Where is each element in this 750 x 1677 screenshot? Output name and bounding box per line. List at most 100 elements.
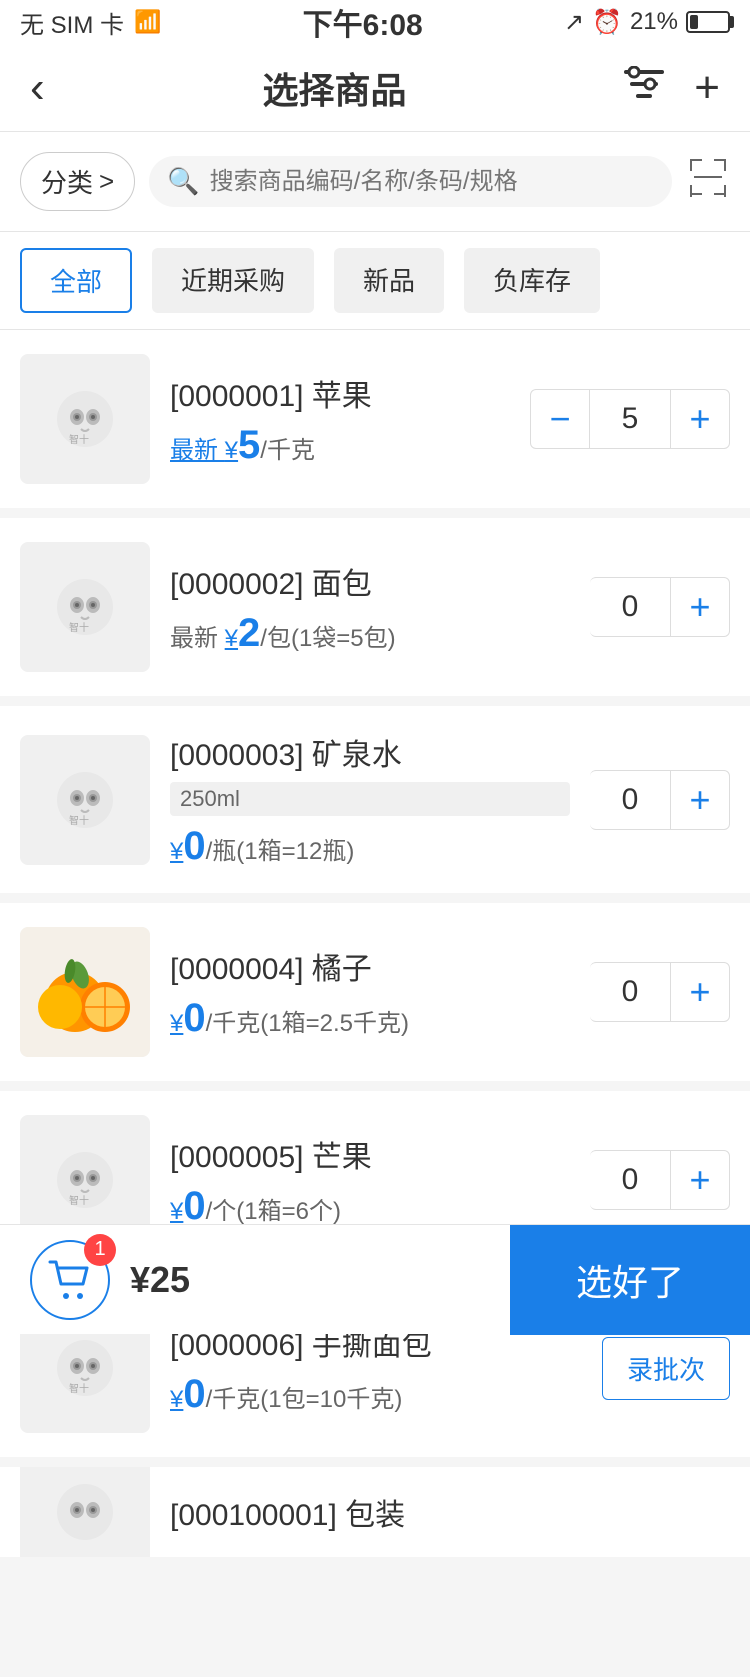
cart-total: ¥25: [130, 1259, 190, 1301]
product-name: [000100001] 包装: [170, 1490, 730, 1534]
quantity-control: +: [590, 577, 730, 637]
increase-button[interactable]: +: [670, 962, 730, 1022]
quantity-input[interactable]: [590, 962, 670, 1022]
product-item: [000100001] 包装: [0, 1467, 750, 1567]
category-chevron: >: [99, 166, 114, 197]
cart-section: 1 ¥25: [0, 1240, 510, 1320]
price-unit: /包(1袋=5包): [260, 625, 395, 652]
product-info: [0000005] 芒果 ¥0/个(1箱=6个): [170, 1132, 570, 1229]
quantity-control: +: [590, 962, 730, 1022]
product-info: [0000003] 矿泉水 250ml ¥0/瓶(1箱=12瓶): [170, 730, 570, 869]
wifi-icon: 📶: [134, 9, 161, 35]
price-unit: /千克: [260, 437, 315, 464]
product-price: ¥0/千克(1箱=2.5千克): [170, 996, 570, 1041]
search-icon: 🔍: [167, 166, 199, 197]
bottom-bar: 1 ¥25 选好了: [0, 1224, 750, 1334]
increase-button[interactable]: +: [670, 1150, 730, 1210]
tab-new[interactable]: 新品: [334, 248, 444, 313]
increase-button[interactable]: +: [670, 389, 730, 449]
confirm-button[interactable]: 选好了: [510, 1225, 750, 1335]
price-currency: ¥: [170, 1198, 183, 1225]
increase-button[interactable]: +: [670, 577, 730, 637]
product-name: [0000003] 矿泉水: [170, 730, 570, 774]
svg-text:智十: 智十: [69, 1382, 89, 1395]
product-price: ¥0/千克(1包=10千克): [170, 1372, 582, 1417]
product-info: [0000001] 苹果 最新 ¥5/千克: [170, 371, 510, 468]
product-image: 智十: [20, 735, 150, 865]
batch-control: 录批次: [602, 1337, 730, 1400]
product-info: [000100001] 包装: [170, 1490, 730, 1534]
price-value: 0: [183, 824, 205, 868]
increase-button[interactable]: +: [670, 770, 730, 830]
tab-recent[interactable]: 近期采购: [152, 248, 314, 313]
battery-icon: [686, 11, 730, 33]
product-item: 智十 [0000003] 矿泉水 250ml ¥0/瓶(1箱=12瓶) +: [0, 706, 750, 903]
price-unit: /瓶(1箱=12瓶): [206, 838, 355, 865]
price-value: 0: [183, 1184, 205, 1228]
category-label: 分类: [41, 163, 93, 200]
quantity-control: − +: [530, 389, 730, 449]
quantity-input[interactable]: [590, 577, 670, 637]
price-unit: /个(1箱=6个): [206, 1198, 341, 1225]
product-image: 智十: [20, 542, 150, 672]
price-value: 0: [183, 996, 205, 1040]
quantity-input[interactable]: [590, 389, 670, 449]
quantity-input[interactable]: [590, 1150, 670, 1210]
back-button[interactable]: ‹: [30, 63, 45, 113]
product-image: [20, 1467, 150, 1567]
status-right: ↗ ⏰ 21%: [564, 8, 730, 37]
batch-button[interactable]: 录批次: [602, 1337, 730, 1400]
product-item: 智十 [0000002] 面包 最新 ¥2/包(1袋=5包) +: [0, 518, 750, 706]
svg-text:智十: 智十: [69, 433, 89, 446]
price-value: 0: [183, 1372, 205, 1416]
carrier-text: 无 SIM 卡: [20, 5, 124, 40]
product-info: [0000002] 面包 最新 ¥2/包(1袋=5包): [170, 559, 570, 656]
quantity-control: +: [590, 770, 730, 830]
status-bar: 无 SIM 卡 📶 下午6:08 ↗ ⏰ 21%: [0, 0, 750, 44]
tab-bar: 全部 近期采购 新品 负库存: [0, 232, 750, 330]
product-price: ¥0/瓶(1箱=12瓶): [170, 824, 570, 869]
battery-percent: 21%: [630, 8, 678, 36]
tab-all[interactable]: 全部: [20, 248, 132, 313]
svg-text:智十: 智十: [69, 621, 89, 634]
product-price: 最新 ¥2/包(1袋=5包): [170, 611, 570, 656]
price-label: 最新 ¥: [170, 625, 238, 652]
alarm-icon: ⏰: [592, 8, 622, 37]
svg-text:智十: 智十: [69, 814, 89, 827]
filter-bar: 分类 > 🔍: [0, 132, 750, 232]
product-item: 智十 [0000001] 苹果 最新 ¥5/千克 − +: [0, 330, 750, 518]
cart-badge: 1: [84, 1234, 116, 1266]
nav-actions: +: [624, 63, 720, 113]
add-icon[interactable]: +: [694, 63, 720, 113]
price-currency: ¥: [170, 1010, 183, 1037]
category-button[interactable]: 分类 >: [20, 152, 135, 211]
product-spec: 250ml: [170, 782, 570, 816]
product-info: [0000006] 手撕面包 ¥0/千克(1包=10千克): [170, 1320, 582, 1417]
page-title: 选择商品: [262, 62, 406, 114]
tab-negative[interactable]: 负库存: [464, 248, 600, 313]
price-label: 最新 ¥: [170, 437, 238, 464]
status-time: 下午6:08: [303, 0, 423, 44]
product-image: 智十: [20, 354, 150, 484]
product-item: [0000004] 橘子 ¥0/千克(1箱=2.5千克) +: [0, 903, 750, 1091]
quantity-input[interactable]: [590, 770, 670, 830]
price-currency: ¥: [170, 838, 183, 865]
product-info: [0000004] 橘子 ¥0/千克(1箱=2.5千克): [170, 944, 570, 1041]
cart-button[interactable]: 1: [30, 1240, 110, 1320]
product-name: [0000002] 面包: [170, 559, 570, 603]
nav-bar: ‹ 选择商品 +: [0, 44, 750, 132]
price-currency: ¥: [170, 1386, 183, 1413]
search-box: 🔍: [149, 156, 672, 207]
price-value: 5: [238, 423, 260, 467]
price-unit: /千克(1包=10千克): [206, 1386, 403, 1413]
filter-icon[interactable]: [624, 66, 664, 109]
scan-icon[interactable]: [686, 155, 730, 208]
location-icon: ↗: [564, 8, 584, 37]
product-name: [0000004] 橘子: [170, 944, 570, 988]
product-price: ¥0/个(1箱=6个): [170, 1184, 570, 1229]
decrease-button[interactable]: −: [530, 389, 590, 449]
product-name: [0000005] 芒果: [170, 1132, 570, 1176]
product-image-orange: [20, 927, 150, 1057]
search-input[interactable]: [210, 168, 654, 196]
product-name: [0000001] 苹果: [170, 371, 510, 415]
